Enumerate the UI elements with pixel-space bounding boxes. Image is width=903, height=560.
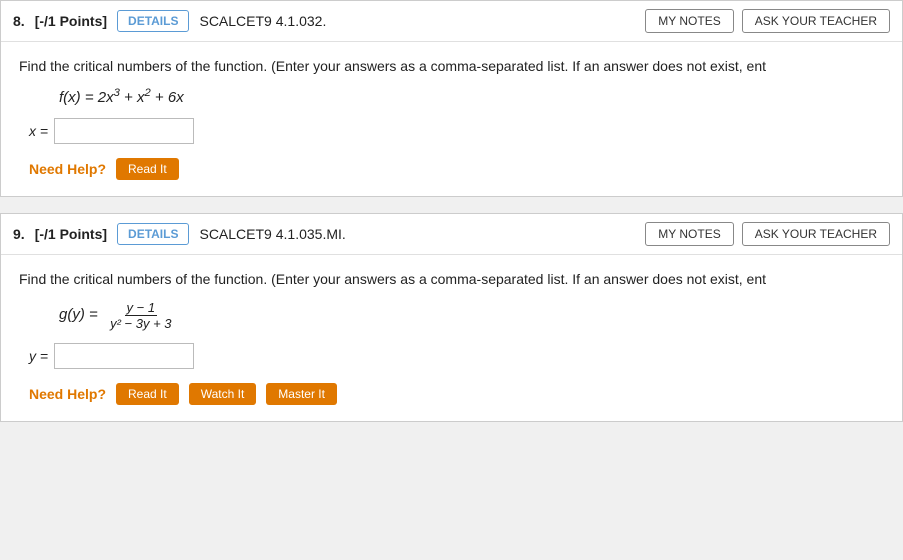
problem-9-formula: g(y) = y − 1 y² − 3y + 3 (59, 300, 884, 331)
problem-9-need-help-row: Need Help? Read It Watch It Master It (29, 383, 884, 405)
problem-9-header-actions: MY NOTES ASK YOUR TEACHER (645, 222, 890, 246)
problem-9-ask-teacher-button[interactable]: ASK YOUR TEACHER (742, 222, 890, 246)
problem-9-denominator: y² − 3y + 3 (108, 316, 173, 331)
problem-9-points: [-/1 Points] (35, 226, 107, 242)
problem-9-watch-it-button[interactable]: Watch It (189, 383, 257, 405)
problem-9-answer-row: y = (29, 343, 884, 369)
problem-8-answer-input[interactable] (54, 118, 194, 144)
problem-9-master-it-button[interactable]: Master It (266, 383, 337, 405)
problem-9-my-notes-button[interactable]: MY NOTES (645, 222, 733, 246)
problem-8-block: 8. [-/1 Points] DETAILS SCALCET9 4.1.032… (0, 0, 903, 197)
problem-8-header: 8. [-/1 Points] DETAILS SCALCET9 4.1.032… (1, 1, 902, 42)
problem-9-answer-label: y = (29, 348, 48, 364)
problem-9-details-button[interactable]: DETAILS (117, 223, 189, 245)
problem-9-header: 9. [-/1 Points] DETAILS SCALCET9 4.1.035… (1, 214, 902, 255)
problem-8-details-button[interactable]: DETAILS (117, 10, 189, 32)
problem-8-body: Find the critical numbers of the functio… (1, 42, 902, 196)
problem-8-ask-teacher-button[interactable]: ASK YOUR TEACHER (742, 9, 890, 33)
problem-9-answer-input[interactable] (54, 343, 194, 369)
problem-9-number: 9. (13, 226, 25, 242)
problem-8-read-it-button[interactable]: Read It (116, 158, 179, 180)
problem-9-read-it-button[interactable]: Read It (116, 383, 179, 405)
problem-9-need-help-label: Need Help? (29, 386, 106, 402)
problem-9-body: Find the critical numbers of the functio… (1, 255, 902, 421)
problem-8-header-actions: MY NOTES ASK YOUR TEACHER (645, 9, 890, 33)
problem-9-block: 9. [-/1 Points] DETAILS SCALCET9 4.1.035… (0, 213, 903, 422)
problem-8-need-help-row: Need Help? Read It (29, 158, 884, 180)
problem-9-formula-text: g(y) = y − 1 y² − 3y + 3 (59, 306, 176, 323)
problem-9-numerator: y − 1 (125, 300, 158, 316)
problem-9-scalcet: SCALCET9 4.1.035.MI. (199, 226, 635, 242)
problem-8-need-help-label: Need Help? (29, 161, 106, 177)
problem-8-text: Find the critical numbers of the functio… (19, 56, 884, 77)
page-wrapper: 8. [-/1 Points] DETAILS SCALCET9 4.1.032… (0, 0, 903, 422)
problem-8-scalcet: SCALCET9 4.1.032. (199, 13, 635, 29)
problem-8-answer-label: x = (29, 123, 48, 139)
problem-8-formula-text: f(x) = 2x3 + x2 + 6x (59, 89, 184, 106)
problem-8-formula: f(x) = 2x3 + x2 + 6x (59, 87, 884, 106)
problem-8-my-notes-button[interactable]: MY NOTES (645, 9, 733, 33)
problem-9-fraction: y − 1 y² − 3y + 3 (108, 300, 173, 331)
problem-9-text: Find the critical numbers of the functio… (19, 269, 884, 290)
problem-8-points: [-/1 Points] (35, 13, 107, 29)
problem-8-answer-row: x = (29, 118, 884, 144)
problem-8-number: 8. (13, 13, 25, 29)
